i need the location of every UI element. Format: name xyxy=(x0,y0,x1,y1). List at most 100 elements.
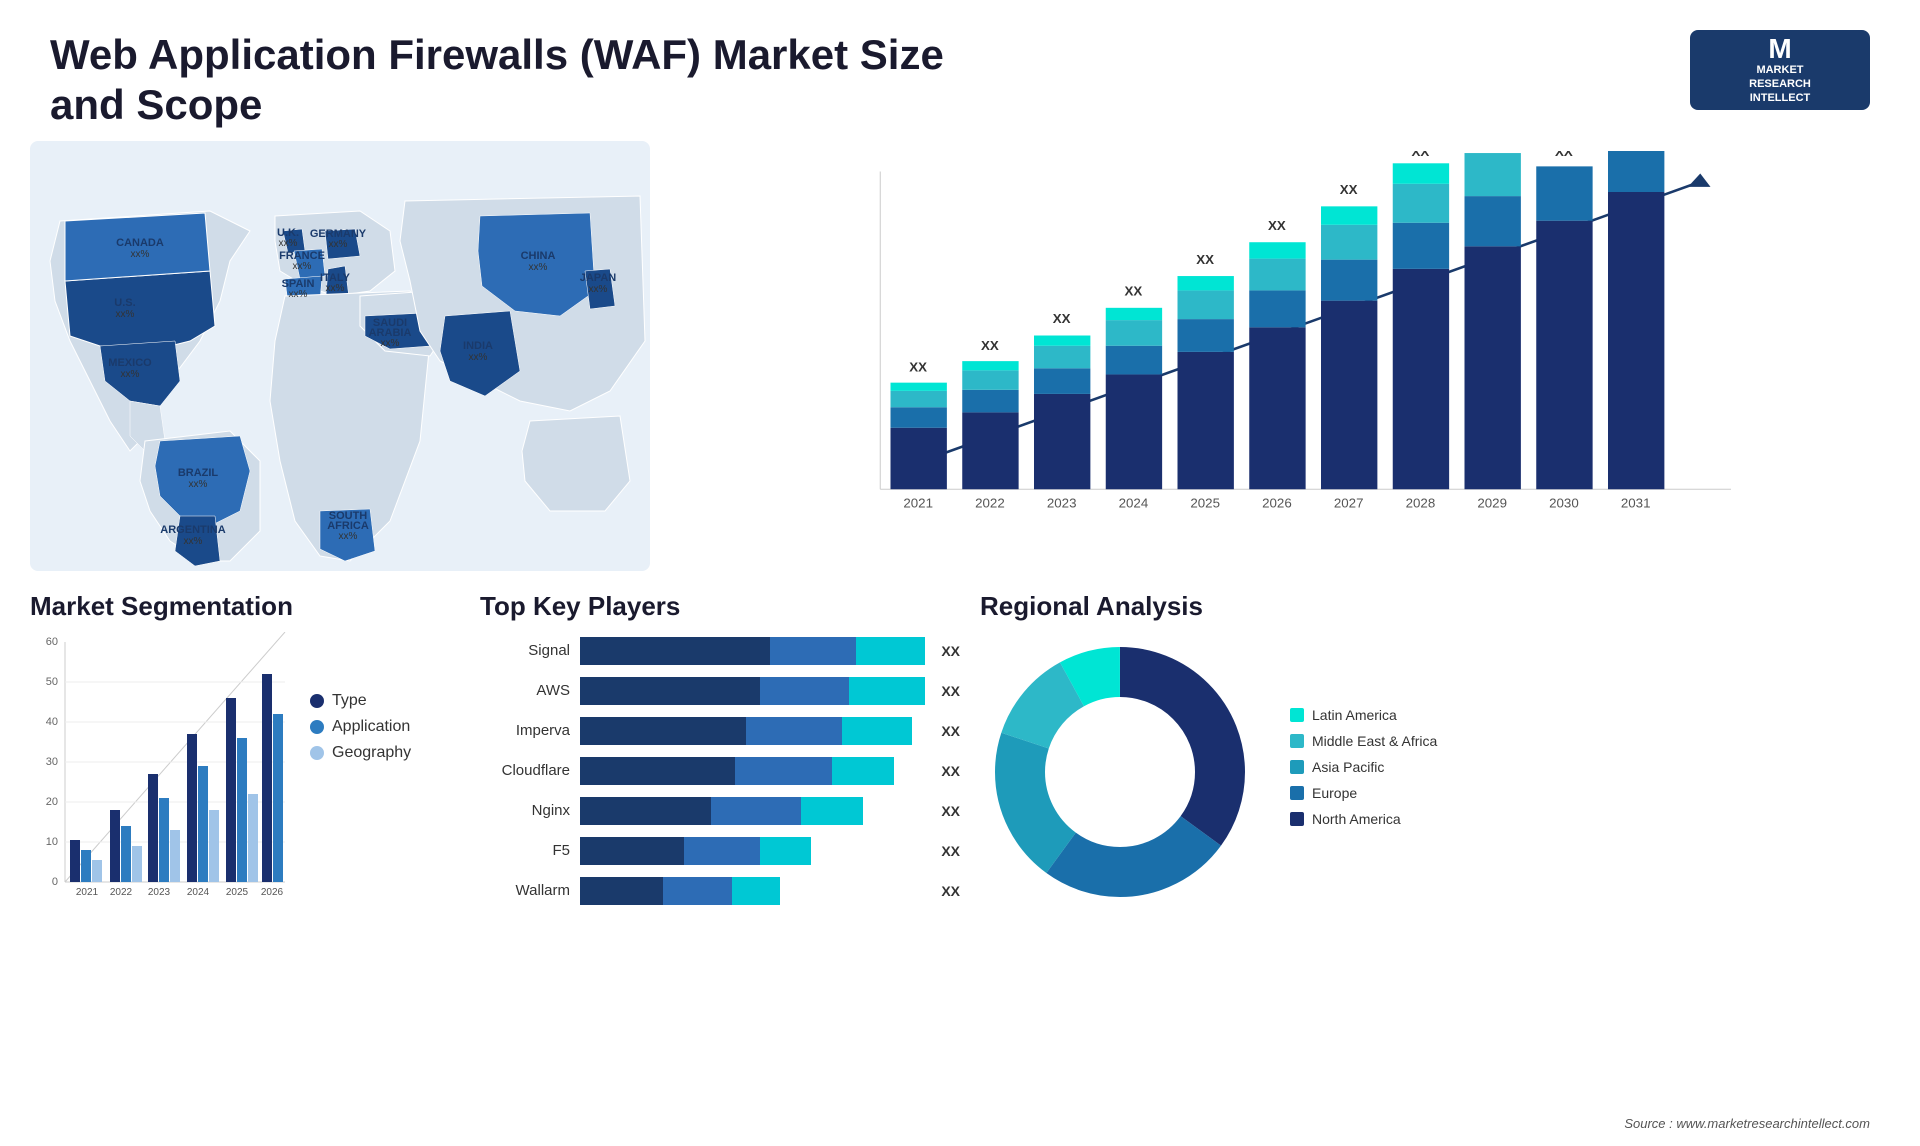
segmentation-legend: Type Application Geography xyxy=(310,692,411,770)
svg-text:2024: 2024 xyxy=(1119,495,1149,510)
player-signal-bar-dark xyxy=(580,637,770,665)
player-f5-bar xyxy=(580,837,925,865)
logo-text: MARKETRESEARCHINTELLECT xyxy=(1749,63,1811,106)
growth-barchart-svg: XX 2021 XX 2022 XX 2023 XX 2024 xyxy=(690,151,1870,561)
svg-text:XX: XX xyxy=(1053,311,1071,326)
svg-text:2026: 2026 xyxy=(261,887,284,898)
player-signal-bar-light xyxy=(856,637,925,665)
svg-text:2025: 2025 xyxy=(1190,495,1220,510)
segmentation-title: Market Segmentation xyxy=(30,591,460,622)
svg-text:60: 60 xyxy=(46,636,58,648)
svg-text:2021: 2021 xyxy=(76,887,99,898)
player-wallarm-bar-dark xyxy=(580,877,663,905)
svg-text:20: 20 xyxy=(46,796,58,808)
keyplayers-title: Top Key Players xyxy=(480,591,960,622)
svg-text:XX: XX xyxy=(1268,218,1286,233)
legend-apac-dot xyxy=(1290,760,1304,774)
player-cloudflare-name: Cloudflare xyxy=(480,762,570,779)
player-f5: F5 XX xyxy=(480,837,960,865)
svg-text:xx%: xx% xyxy=(184,536,203,547)
player-wallarm-xx: XX xyxy=(941,883,960,899)
player-nginx-name: Nginx xyxy=(480,802,570,819)
player-imperva-bar xyxy=(580,717,925,745)
regional-donut-svg xyxy=(980,632,1260,912)
segmentation-section: Market Segmentation 0 10 20 30 40 50 60 xyxy=(30,591,460,1131)
growth-barchart-section: XX 2021 XX 2022 XX 2023 XX 2024 xyxy=(670,141,1890,571)
svg-text:U.S.: U.S. xyxy=(114,297,135,309)
player-f5-bar-mid xyxy=(684,837,760,865)
legend-type-dot xyxy=(310,694,324,708)
svg-text:XX: XX xyxy=(1412,151,1430,159)
legend-mea-label: Middle East & Africa xyxy=(1312,733,1437,749)
svg-text:2023: 2023 xyxy=(148,887,171,898)
player-cloudflare-bar xyxy=(580,757,925,785)
player-imperva-bar-light xyxy=(842,717,911,745)
player-f5-bar-light xyxy=(760,837,812,865)
svg-text:XX: XX xyxy=(909,359,927,374)
svg-text:INDIA: INDIA xyxy=(463,340,493,352)
svg-text:MEXICO: MEXICO xyxy=(108,357,152,369)
player-aws-name: AWS xyxy=(480,682,570,699)
svg-text:BRAZIL: BRAZIL xyxy=(178,467,219,479)
legend-latin-america: Latin America xyxy=(1290,707,1437,723)
player-wallarm-bar xyxy=(580,877,925,905)
legend-application-dot xyxy=(310,720,324,734)
legend-latin-dot xyxy=(1290,708,1304,722)
regional-title: Regional Analysis xyxy=(980,591,1890,622)
svg-text:2028: 2028 xyxy=(1406,495,1436,510)
player-nginx-xx: XX xyxy=(941,803,960,819)
player-nginx-bar-dark xyxy=(580,797,711,825)
player-nginx-bar xyxy=(580,797,925,825)
legend-apac-label: Asia Pacific xyxy=(1312,759,1384,775)
player-aws-bar-light xyxy=(849,677,925,705)
svg-text:xx%: xx% xyxy=(289,289,308,300)
legend-northam-label: North America xyxy=(1312,811,1401,827)
svg-text:xx%: xx% xyxy=(326,283,345,294)
player-signal-name: Signal xyxy=(480,642,570,659)
player-cloudflare-xx: XX xyxy=(941,763,960,779)
legend-mea: Middle East & Africa xyxy=(1290,733,1437,749)
player-aws: AWS XX xyxy=(480,677,960,705)
header: Web Application Firewalls (WAF) Market S… xyxy=(0,0,1920,141)
player-signal: Signal XX xyxy=(480,637,960,665)
player-cloudflare-bar-light xyxy=(832,757,894,785)
svg-text:2021: 2021 xyxy=(903,495,933,510)
svg-text:2024: 2024 xyxy=(187,887,210,898)
svg-text:2023: 2023 xyxy=(1047,495,1077,510)
svg-text:XX: XX xyxy=(1555,151,1573,159)
svg-text:ARGENTINA: ARGENTINA xyxy=(160,524,225,536)
legend-europe: Europe xyxy=(1290,785,1437,801)
regional-section: Regional Analysis Lati xyxy=(980,591,1890,1131)
svg-text:xx%: xx% xyxy=(329,239,348,250)
player-signal-bar xyxy=(580,637,925,665)
svg-text:xx%: xx% xyxy=(469,352,488,363)
player-nginx: Nginx XX xyxy=(480,797,960,825)
legend-geography-dot xyxy=(310,746,324,760)
player-wallarm-name: Wallarm xyxy=(480,882,570,899)
legend-europe-dot xyxy=(1290,786,1304,800)
svg-text:2030: 2030 xyxy=(1549,495,1579,510)
top-content: CANADA xx% U.S. xx% MEXICO xx% BRAZIL xx… xyxy=(0,141,1920,571)
player-imperva-bar-mid xyxy=(746,717,843,745)
svg-text:JAPAN: JAPAN xyxy=(580,272,617,284)
legend-type: Type xyxy=(310,692,411,710)
player-f5-xx: XX xyxy=(941,843,960,859)
svg-text:CANADA: CANADA xyxy=(116,237,164,249)
svg-text:0: 0 xyxy=(52,876,58,888)
player-aws-bar xyxy=(580,677,925,705)
logo: M MARKETRESEARCHINTELLECT xyxy=(1690,30,1870,110)
player-wallarm-bar-mid xyxy=(663,877,732,905)
keyplayers-section: Top Key Players Signal XX AWS XX xyxy=(480,591,960,1131)
svg-text:xx%: xx% xyxy=(116,309,135,320)
player-signal-bar-mid xyxy=(770,637,856,665)
legend-north-america: North America xyxy=(1290,811,1437,827)
svg-text:xx%: xx% xyxy=(279,238,298,249)
player-wallarm-bar-light xyxy=(732,877,780,905)
player-cloudflare-bar-dark xyxy=(580,757,735,785)
svg-text:2031: 2031 xyxy=(1621,495,1651,510)
player-cloudflare: Cloudflare XX xyxy=(480,757,960,785)
player-imperva-xx: XX xyxy=(941,723,960,739)
legend-latin-label: Latin America xyxy=(1312,707,1397,723)
svg-text:30: 30 xyxy=(46,756,58,768)
bottom-content: Market Segmentation 0 10 20 30 40 50 60 xyxy=(0,571,1920,1131)
